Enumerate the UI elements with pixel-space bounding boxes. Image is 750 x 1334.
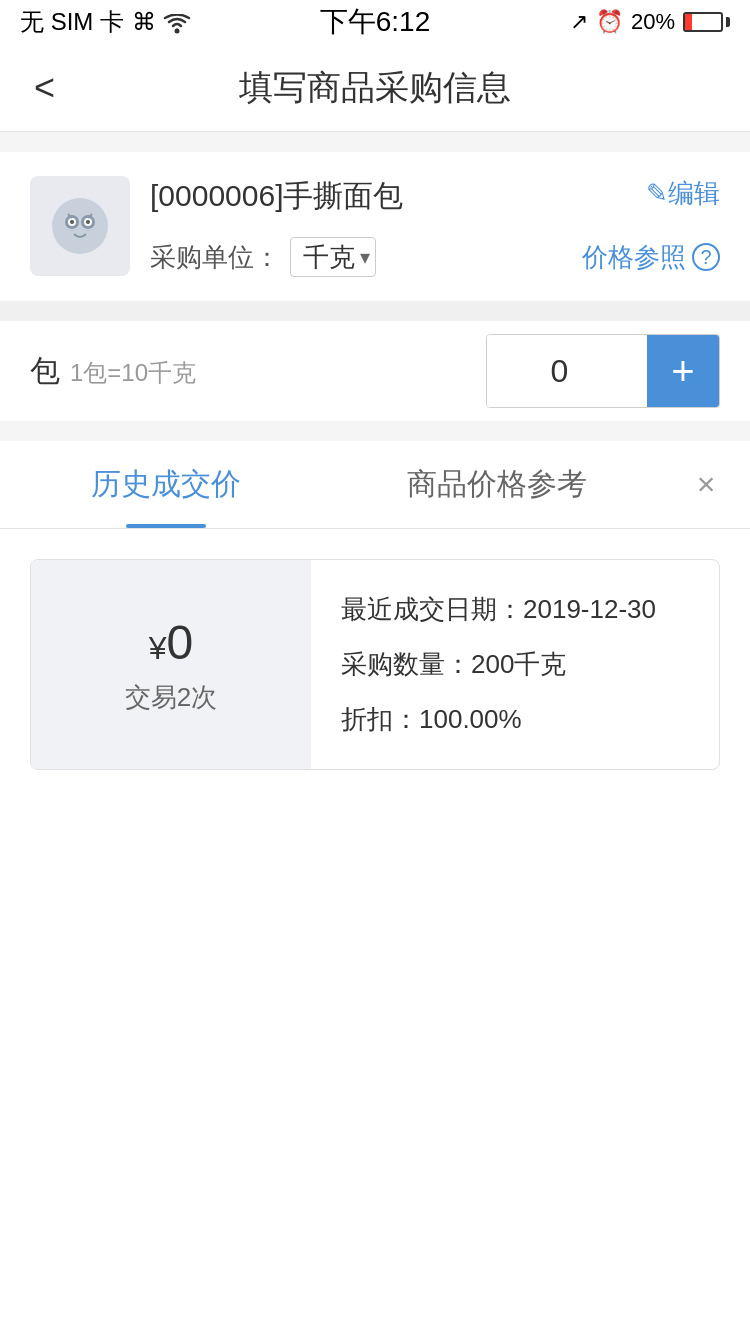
sim-status: 无 SIM 卡 [20,6,124,38]
quantity-row: 包 1包=10千克 + [0,321,750,421]
recent-date-value: 2019-12-30 [523,594,656,624]
discount-value: 100.00% [419,704,522,734]
purchase-unit-row: 采购单位： 千克 价格参照 ? [150,237,720,277]
tab-price-ref-label: 商品价格参考 [407,464,587,505]
history-price: ¥0 [149,615,194,670]
recent-date-label: 最近成交日期： [341,594,523,624]
qty-unit-desc: 1包=10千克 [70,357,196,389]
product-logo-icon [50,196,110,256]
product-thumbnail [30,176,130,276]
status-right: ↗ ⏰ 20% [570,9,730,35]
purchase-qty-label: 采购数量： [341,649,471,679]
price-value: 0 [167,616,194,669]
qty-unit-name: 包 [30,351,60,392]
unit-select-wrap[interactable]: 千克 [290,237,376,277]
recent-date-row: 最近成交日期：2019-12-30 [341,590,689,629]
quantity-plus-button[interactable]: + [647,335,719,407]
discount-row: 折扣：100.00% [341,700,689,739]
history-card: ¥0 交易2次 最近成交日期：2019-12-30 采购数量：200千克 折扣：… [30,559,720,770]
wifi-icon: ⌘ [132,8,191,36]
discount-label: 折扣： [341,704,419,734]
tab-close-button[interactable]: × [662,441,750,529]
nav-bar: < 填写商品采购信息 [0,44,750,132]
page-title: 填写商品采购信息 [239,65,511,111]
purchase-qty-value: 200千克 [471,649,566,679]
currency-symbol: ¥ [149,630,167,666]
purchase-qty-row: 采购数量：200千克 [341,645,689,684]
product-info: [0000006]手撕面包 采购单位： 千克 价格参照 ? [150,176,720,277]
svg-point-7 [86,220,90,224]
tab-price-ref[interactable]: 商品价格参考 [331,441,662,528]
history-right-panel: 最近成交日期：2019-12-30 采购数量：200千克 折扣：100.00% [311,560,719,769]
battery-indicator [683,12,730,32]
purchase-unit-label: 采购单位： [150,240,280,275]
qty-unit-info: 包 1包=10千克 [30,351,196,392]
tab-history-label: 历史成交价 [91,464,241,505]
history-left-panel: ¥0 交易2次 [31,560,311,769]
back-button[interactable]: < [24,57,65,119]
price-ref-link[interactable]: 价格参照 ? [582,240,720,275]
location-icon: ↗ [570,9,588,35]
status-left: 无 SIM 卡 ⌘ [20,6,191,38]
history-trades: 交易2次 [125,680,217,715]
status-time: 下午6:12 [320,3,431,41]
section-divider [0,301,750,321]
price-ref-label: 价格参照 [582,240,686,275]
quantity-input[interactable] [487,335,647,407]
help-icon[interactable]: ? [692,243,720,271]
qty-input-group: + [486,334,720,408]
svg-point-0 [174,28,179,33]
edit-link[interactable]: ✎编辑 [646,176,720,211]
svg-point-6 [70,220,74,224]
tab-history-price[interactable]: 历史成交价 [0,441,331,528]
product-card: [0000006]手撕面包 采购单位： 千克 价格参照 ? ✎编辑 [0,152,750,301]
main-content-area [0,800,750,1334]
panel-tabs: 历史成交价 商品价格参考 × [0,441,750,529]
history-content: ¥0 交易2次 最近成交日期：2019-12-30 采购数量：200千克 折扣：… [0,529,750,800]
alarm-icon: ⏰ [596,9,623,35]
status-bar: 无 SIM 卡 ⌘ 下午6:12 ↗ ⏰ 20% [0,0,750,44]
product-name: [0000006]手撕面包 [150,176,720,217]
svg-point-1 [52,198,108,254]
unit-select[interactable]: 千克 [290,237,376,277]
battery-percent: 20% [631,9,675,35]
